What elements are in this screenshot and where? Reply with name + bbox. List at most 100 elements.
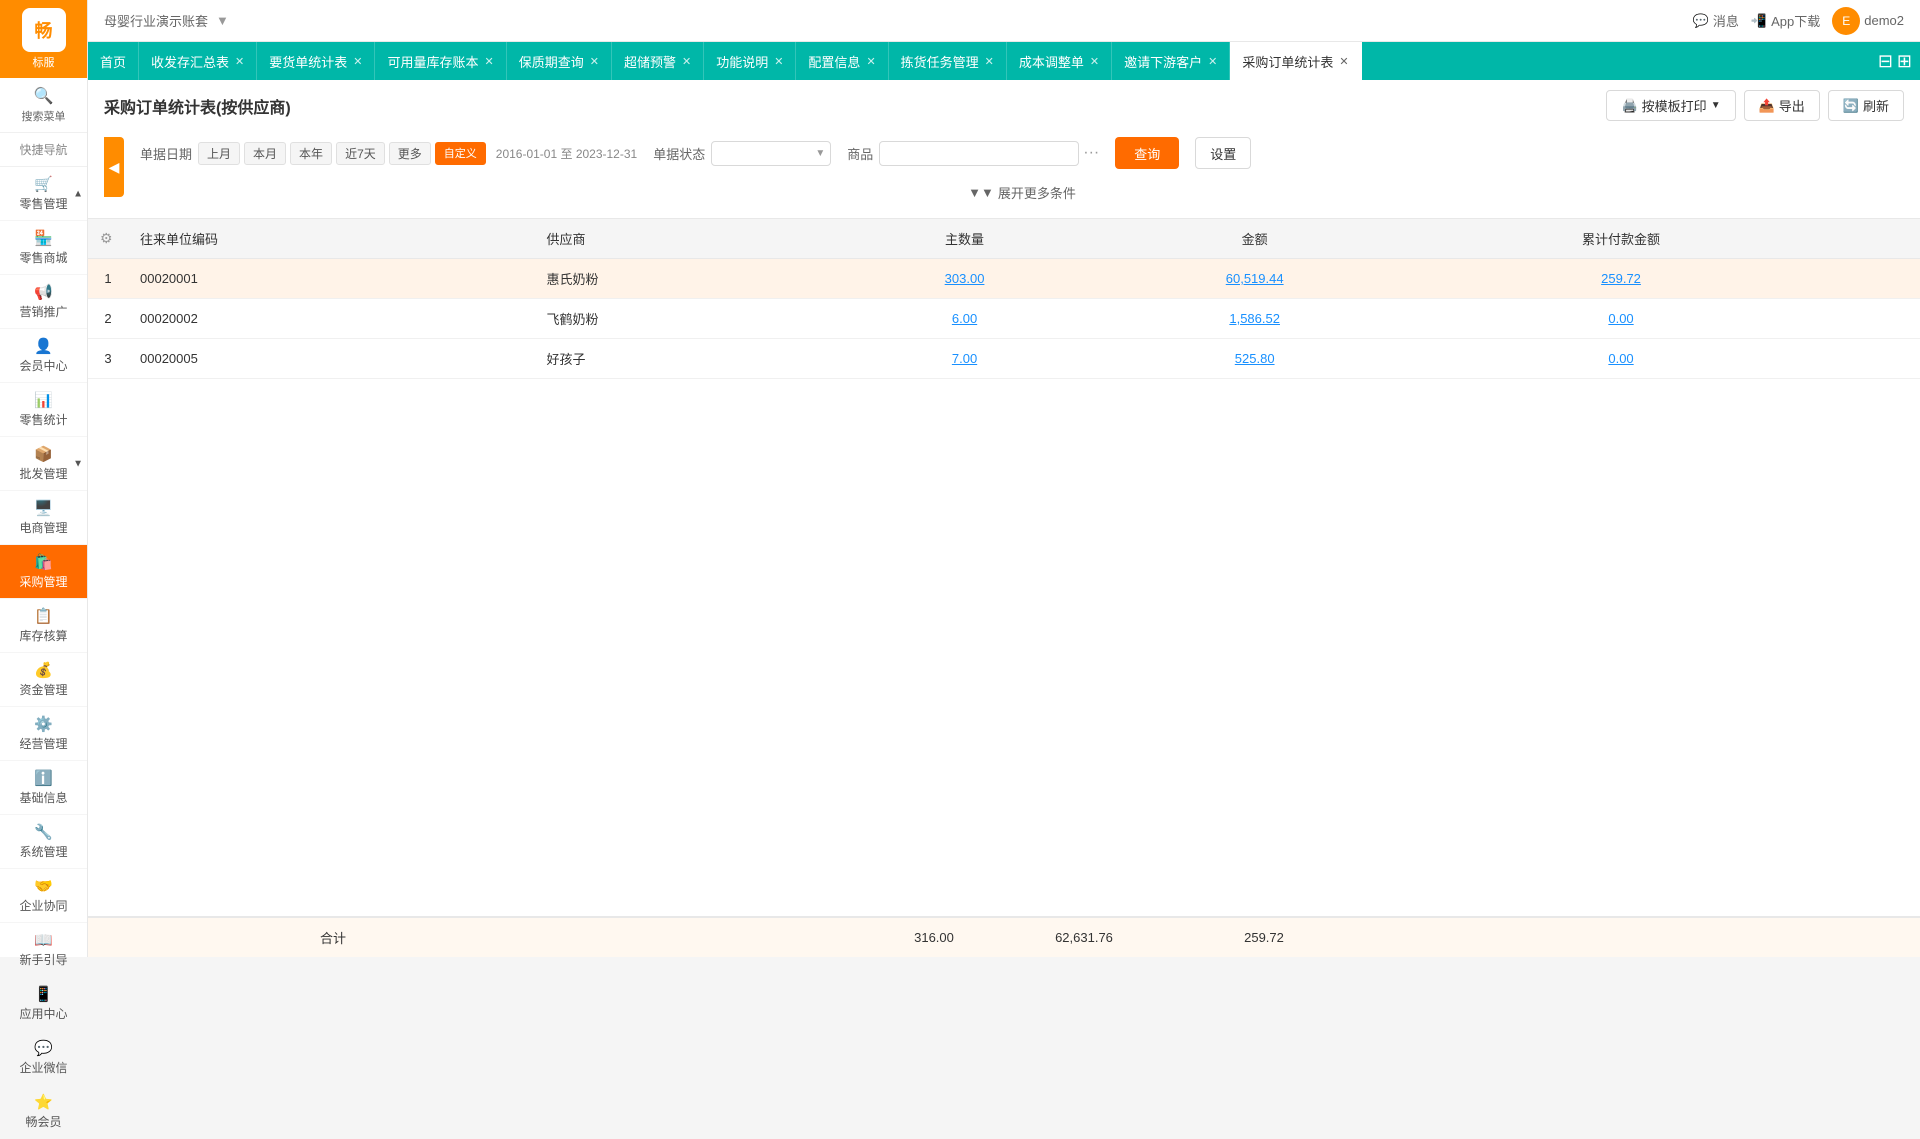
sidebar-item-appcenter[interactable]: 📱 应用中心 <box>0 977 87 1031</box>
sidebar-item-purchase[interactable]: 🛍️ 采购管理 <box>0 545 87 599</box>
tab-close-icon[interactable]: ✕ <box>1208 55 1217 68</box>
paid-link[interactable]: 259.72 <box>1601 271 1641 286</box>
sidebar-item-enterprise[interactable]: 🤝 企业协同 <box>0 869 87 923</box>
message-button[interactable]: 💬 消息 <box>1693 11 1739 30</box>
sidebar-item-finance[interactable]: 💰 资金管理 <box>0 653 87 707</box>
tab-close-icon[interactable]: ✕ <box>985 55 994 68</box>
tab-purchase-stat[interactable]: 采购订单统计表 ✕ <box>1230 42 1361 80</box>
tab-close-icon[interactable]: ✕ <box>866 55 875 68</box>
tab-home[interactable]: 首页 <box>88 42 139 80</box>
tab-config-info[interactable]: 配置信息 ✕ <box>796 42 888 80</box>
row-code: 00020002 <box>128 299 535 339</box>
table-settings-icon[interactable]: ⚙ <box>100 230 113 246</box>
paid-link[interactable]: 0.00 <box>1608 351 1633 366</box>
tab-overstock[interactable]: 超储预警 ✕ <box>612 42 704 80</box>
query-button[interactable]: 查询 <box>1115 137 1179 169</box>
row-extra <box>1824 299 1920 339</box>
sidebar-item-wechat[interactable]: 💬 企业微信 <box>0 1031 87 1085</box>
tab-available-inv[interactable]: 可用量库存账本 ✕ <box>375 42 506 80</box>
row-no: 2 <box>88 299 128 339</box>
sidebar-item-retail-shop[interactable]: 🏪 零售商城 <box>0 221 87 275</box>
col-supplier: 供应商 <box>535 219 838 259</box>
settings-button[interactable]: 设置 <box>1195 137 1251 169</box>
enterprise-icon: 🤝 <box>34 877 53 895</box>
breadcrumb: 母婴行业演示账套 <box>104 11 208 30</box>
product-search-icon[interactable]: ··· <box>1083 144 1099 162</box>
product-input[interactable] <box>879 141 1079 166</box>
tab-close-icon[interactable]: ✕ <box>1339 55 1348 68</box>
tab-pick-task[interactable]: 拣货任务管理 ✕ <box>889 42 1007 80</box>
product-input-area: ··· <box>879 141 1099 166</box>
table-row: 1 00020001 惠氏奶粉 303.00 60,519.44 259.72 <box>88 259 1920 299</box>
amount-link[interactable]: 60,519.44 <box>1226 271 1284 286</box>
breadcrumb-dropdown-icon[interactable]: ▼ <box>216 13 229 28</box>
sidebar-item-member[interactable]: 👤 会员中心 <box>0 329 87 383</box>
sidebar-item-vip[interactable]: ⭐ 畅会员 <box>0 1085 87 1139</box>
date-tab-this-month[interactable]: 本月 <box>244 142 286 165</box>
amount-link[interactable]: 525.80 <box>1235 351 1275 366</box>
sidebar-item-operations[interactable]: ⚙️ 经营管理 <box>0 707 87 761</box>
search-menu-button[interactable]: 🔍 搜索菜单 <box>6 86 81 124</box>
tab-receive-send-label: 收发存汇总表 <box>151 52 229 71</box>
row-qty: 7.00 <box>837 339 1091 379</box>
sidebar-item-marketing[interactable]: 📢 营销推广 <box>0 275 87 329</box>
qty-link[interactable]: 303.00 <box>945 271 985 286</box>
export-label: 导出 <box>1779 96 1805 115</box>
sidebar-item-sys-mgmt[interactable]: 🔧 系统管理 <box>0 815 87 869</box>
tab-func-desc[interactable]: 功能说明 ✕ <box>704 42 796 80</box>
sidebar-item-quick-nav[interactable]: 快捷导航 <box>0 133 87 167</box>
logo-text: 标服 <box>33 54 55 70</box>
date-tab-this-year[interactable]: 本年 <box>290 142 332 165</box>
logo-icon: 畅 <box>22 8 66 52</box>
tab-receive-send[interactable]: 收发存汇总表 ✕ <box>139 42 257 80</box>
app-download-label: App下载 <box>1771 11 1820 30</box>
sidebar-item-newguide[interactable]: 📖 新手引导 <box>0 923 87 977</box>
message-label: 消息 <box>1713 11 1739 30</box>
filter-toggle-button[interactable]: ◀ <box>104 137 124 197</box>
tab-close-icon[interactable]: ✕ <box>1090 55 1099 68</box>
app-download-button[interactable]: 📲 App下载 <box>1751 11 1820 30</box>
window-minimize-icon[interactable]: ⊟ <box>1878 51 1893 72</box>
tab-close-icon[interactable]: ✕ <box>235 55 244 68</box>
tab-cost-adjust[interactable]: 成本调整单 ✕ <box>1007 42 1112 80</box>
footer-paid: 259.72 <box>1244 930 1284 945</box>
page-action-buttons: 🖨️ 按模板打印 ▼ 📤 导出 🔄 刷新 <box>1606 90 1904 121</box>
date-tab-last-month[interactable]: 上月 <box>198 142 240 165</box>
qty-link[interactable]: 7.00 <box>952 351 977 366</box>
refresh-button[interactable]: 🔄 刷新 <box>1828 90 1904 121</box>
tab-close-icon[interactable]: ✕ <box>682 55 691 68</box>
window-maximize-icon[interactable]: ⊞ <box>1897 51 1912 72</box>
export-button[interactable]: 📤 导出 <box>1744 90 1820 121</box>
expand-more-button[interactable]: ▼▼ 展开更多条件 <box>968 177 1076 208</box>
qty-link[interactable]: 6.00 <box>952 311 977 326</box>
tab-close-icon[interactable]: ✕ <box>774 55 783 68</box>
sidebar-item-basic-info[interactable]: ℹ️ 基础信息 <box>0 761 87 815</box>
date-tab-more[interactable]: 更多 <box>389 142 431 165</box>
tab-order-stat[interactable]: 要货单统计表 ✕ <box>257 42 375 80</box>
date-tab-7-days[interactable]: 近7天 <box>336 142 385 165</box>
tab-cost-adjust-label: 成本调整单 <box>1019 52 1084 71</box>
amount-link[interactable]: 1,586.52 <box>1229 311 1280 326</box>
tab-close-icon[interactable]: ✕ <box>590 55 599 68</box>
status-select[interactable] <box>711 141 831 166</box>
tab-invite-down[interactable]: 邀请下游客户 ✕ <box>1112 42 1230 80</box>
sidebar-item-retail[interactable]: 🛒 零售管理 ▲ <box>0 167 87 221</box>
sidebar-item-wholesale[interactable]: 📦 批发管理 ▼ <box>0 437 87 491</box>
sidebar-item-inventory[interactable]: 📋 库存核算 <box>0 599 87 653</box>
sidebar-item-ecommerce[interactable]: 🖥️ 电商管理 <box>0 491 87 545</box>
print-button[interactable]: 🖨️ 按模板打印 ▼ <box>1606 90 1735 121</box>
tab-close-icon[interactable]: ✕ <box>353 55 362 68</box>
header-left: 母婴行业演示账套 ▼ <box>104 11 229 30</box>
tab-close-icon[interactable]: ✕ <box>485 55 494 68</box>
sidebar-item-retail-stat[interactable]: 📊 零售统计 <box>0 383 87 437</box>
user-area[interactable]: E demo2 <box>1832 7 1904 35</box>
paid-link[interactable]: 0.00 <box>1608 311 1633 326</box>
date-tab-custom[interactable]: 自定义 <box>435 142 486 165</box>
row-amount: 1,586.52 <box>1092 299 1418 339</box>
row-supplier: 好孩子 <box>535 339 838 379</box>
table-header-row: ⚙ 往来单位编码 供应商 主数量 金额 累计付款金额 <box>88 219 1920 259</box>
search-section[interactable]: 🔍 搜索菜单 <box>0 78 87 133</box>
row-code: 00020005 <box>128 339 535 379</box>
tab-warranty[interactable]: 保质期查询 ✕ <box>507 42 612 80</box>
ecommerce-icon: 🖥️ <box>34 499 53 517</box>
